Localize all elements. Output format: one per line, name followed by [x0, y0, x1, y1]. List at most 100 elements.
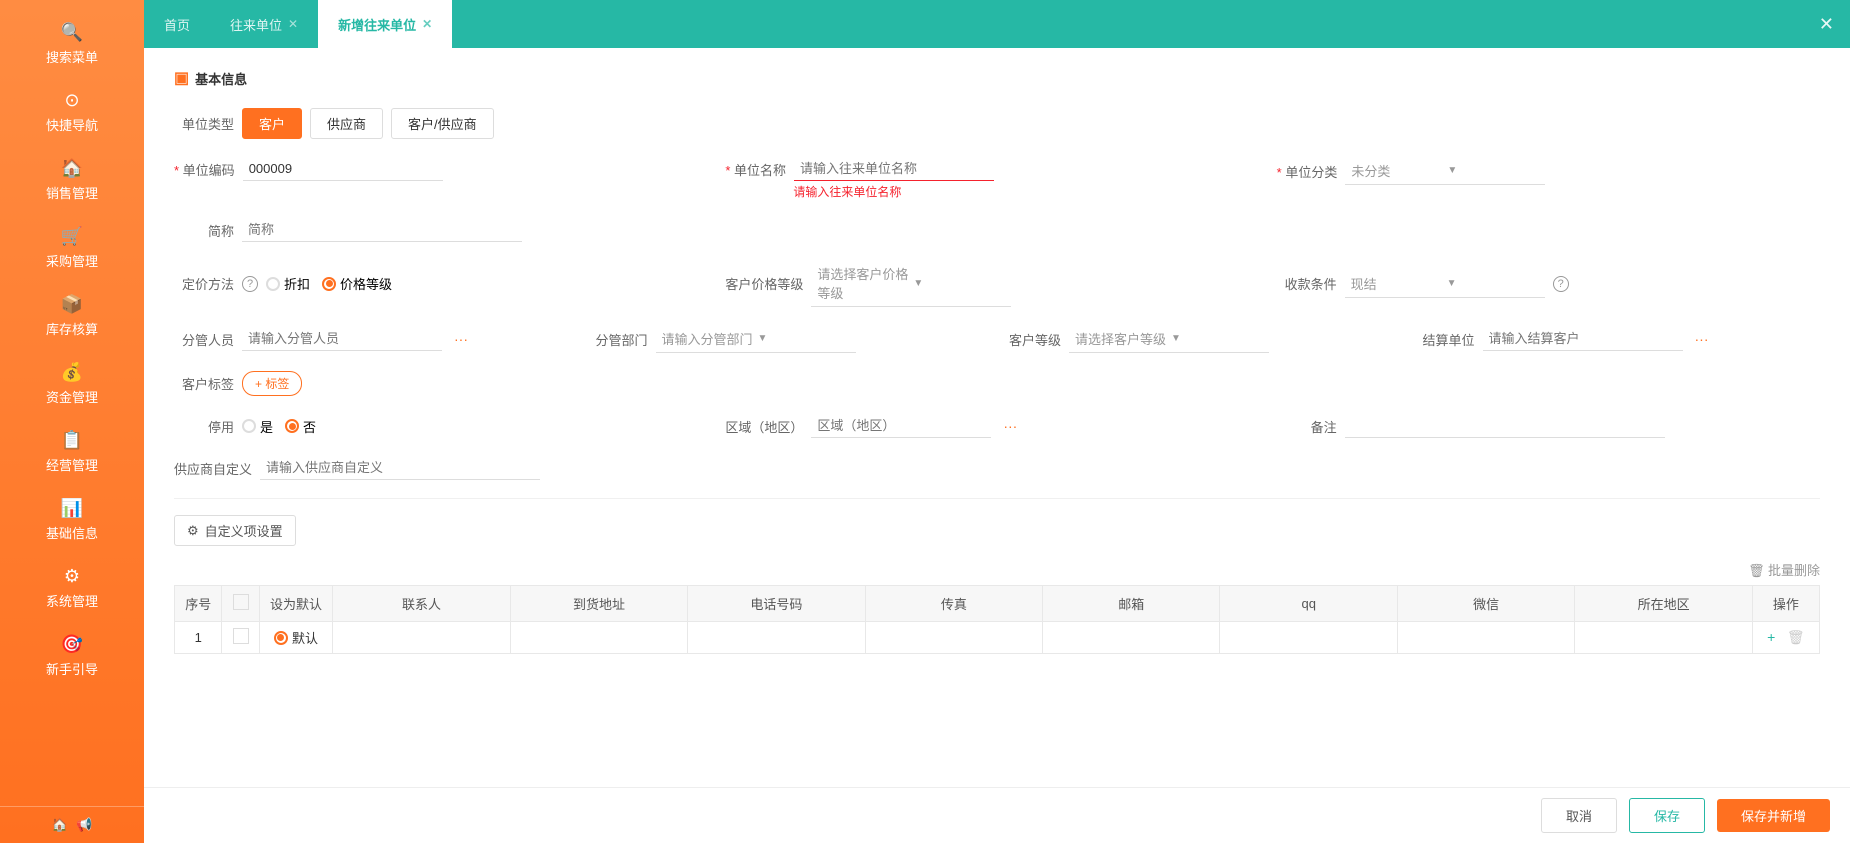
radio-no[interactable]: 否	[285, 417, 316, 436]
table-row: 1 默认	[175, 622, 1820, 654]
cancel-button[interactable]: 取消	[1541, 798, 1617, 833]
close-new-contact-tab[interactable]: ✕	[422, 17, 432, 31]
tab-new-contact[interactable]: 新增往来单位 ✕	[318, 0, 452, 48]
row-select-checkbox[interactable]	[233, 628, 249, 644]
unit-btn-both[interactable]: 客户/供应商	[391, 108, 494, 139]
area-more-btn[interactable]: ···	[999, 418, 1021, 434]
unit-type-buttons: 客户 供应商 客户/供应商	[242, 108, 494, 139]
custom-settings-button[interactable]: ⚙ 自定义项设置	[174, 515, 296, 546]
sidebar-item-basic[interactable]: 📊 基础信息	[0, 486, 144, 554]
main-close-button[interactable]: ✕	[1803, 14, 1850, 35]
radio-discount[interactable]: 折扣	[266, 274, 310, 293]
address-input[interactable]	[521, 631, 677, 645]
email-input[interactable]	[1053, 631, 1209, 645]
notify-icon[interactable]: 📢	[76, 817, 92, 833]
payment-help-icon[interactable]: ?	[1553, 276, 1569, 292]
row-default-radio[interactable]: 默认	[270, 628, 323, 647]
sidebar-item-finance[interactable]: 💰 资金管理	[0, 350, 144, 418]
radio-yes[interactable]: 是	[242, 417, 273, 436]
short-name-row: 简称	[174, 218, 1820, 242]
sidebar-item-inventory[interactable]: 📦 库存核算	[0, 282, 144, 350]
contact-input[interactable]	[343, 631, 499, 645]
row-region[interactable]	[1575, 622, 1752, 654]
sidebar-item-search[interactable]: 🔍 搜索菜单	[0, 10, 144, 78]
unit-name-label: 单位名称	[725, 160, 786, 179]
tab-contacts[interactable]: 往来单位 ✕	[210, 0, 318, 48]
row-phone[interactable]	[688, 622, 865, 654]
trash-icon: 🗑	[1748, 563, 1765, 578]
pricing-row: 定价方法 ? 折扣 价格等级 客户价格等级	[174, 260, 1820, 307]
chevron-down-icon3: ▼	[1447, 278, 1539, 289]
close-contacts-tab[interactable]: ✕	[288, 17, 298, 31]
qq-input[interactable]	[1230, 631, 1386, 645]
row-default: 默认	[259, 622, 333, 654]
unit-btn-customer[interactable]: 客户	[242, 108, 302, 139]
sidebar-item-operation[interactable]: 📋 经营管理	[0, 418, 144, 486]
short-name-label: 简称	[174, 221, 234, 240]
col-contact: 联系人	[333, 586, 510, 622]
table-body: 1 默认	[175, 622, 1820, 654]
dept-label: 分管部门	[588, 330, 648, 349]
row-qq[interactable]	[1220, 622, 1397, 654]
col-qq: qq	[1220, 586, 1397, 622]
unit-category-label: 单位分类	[1277, 162, 1338, 181]
settlement-more-btn[interactable]: ···	[1691, 331, 1713, 347]
unit-name-error: 请输入往来单位名称	[793, 185, 901, 199]
fax-input[interactable]	[876, 631, 1032, 645]
sidebar-item-sales[interactable]: 🏠 销售管理	[0, 146, 144, 214]
area-input[interactable]	[811, 414, 991, 438]
dept-dropdown[interactable]: 请输入分管部门 ▼	[656, 325, 856, 353]
unit-category-group: 单位分类 未分类 ▼	[1277, 157, 1820, 185]
wechat-input[interactable]	[1408, 631, 1564, 645]
row-address[interactable]	[510, 622, 687, 654]
region-input[interactable]	[1585, 631, 1741, 645]
col-phone: 电话号码	[688, 586, 865, 622]
tab-bar: 首页 往来单位 ✕ 新增往来单位 ✕ ✕	[144, 0, 1850, 48]
row-fax[interactable]	[865, 622, 1042, 654]
settlement-input[interactable]	[1483, 327, 1683, 351]
short-name-input[interactable]	[242, 218, 522, 242]
add-row-button[interactable]: +	[1767, 629, 1775, 645]
row-checkbox	[222, 622, 259, 654]
manager-more-btn[interactable]: ···	[450, 331, 472, 347]
add-tag-button[interactable]: + 标签	[242, 371, 302, 396]
chevron-down-icon2: ▼	[913, 278, 1005, 289]
unit-code-label: 单位编码	[174, 160, 235, 179]
sidebar-item-purchase[interactable]: 🛒 采购管理	[0, 214, 144, 282]
supplier-custom-input[interactable]	[260, 456, 540, 480]
customer-level-dropdown[interactable]: 请选择客户等级 ▼	[1069, 325, 1269, 353]
customer-price-dropdown[interactable]: 请选择客户价格等级 ▼	[811, 260, 1011, 307]
row-contact[interactable]	[333, 622, 510, 654]
delete-row-button[interactable]: 🗑	[1787, 629, 1805, 645]
manager-input[interactable]	[242, 327, 442, 351]
row-email[interactable]	[1043, 622, 1220, 654]
unit-type-group: 单位类型 客户 供应商 客户/供应商	[174, 108, 1820, 139]
bottom-bar: 取消 保存 保存并新增	[144, 787, 1850, 843]
pricing-help-icon[interactable]: ?	[242, 276, 258, 292]
sidebar-item-system[interactable]: ⚙ 系统管理	[0, 554, 144, 622]
tag-row: 客户标签 + 标签	[174, 371, 1820, 396]
sidebar-item-quicknav[interactable]: ⊙ 快捷导航	[0, 78, 144, 146]
row-wechat[interactable]	[1397, 622, 1574, 654]
tab-home[interactable]: 首页	[144, 0, 210, 48]
unit-name-group: 单位名称 请输入往来单位名称	[725, 157, 1268, 200]
sidebar-item-newguide[interactable]: 🎯 新手引导	[0, 622, 144, 690]
phone-input[interactable]	[698, 631, 854, 645]
unit-category-dropdown[interactable]: 未分类 ▼	[1345, 157, 1545, 185]
unit-name-input[interactable]	[794, 157, 994, 181]
batch-delete-button[interactable]: 🗑 批量删除	[174, 560, 1820, 579]
unit-btn-supplier[interactable]: 供应商	[310, 108, 383, 139]
select-all-checkbox[interactable]	[233, 594, 249, 610]
dept-group: 分管部门 请输入分管部门 ▼	[588, 325, 994, 353]
radio-no-dot	[289, 423, 296, 430]
supplier-custom-group: 供应商自定义	[174, 456, 1820, 480]
save-button[interactable]: 保存	[1629, 798, 1705, 833]
unit-code-input[interactable]	[243, 157, 443, 181]
radio-price-level[interactable]: 价格等级	[322, 274, 392, 293]
customer-level-label: 客户等级	[1001, 330, 1061, 349]
save-new-button[interactable]: 保存并新增	[1717, 799, 1830, 832]
payment-terms-dropdown[interactable]: 现结 ▼	[1345, 270, 1545, 298]
home-bottom-icon[interactable]: 🏠	[52, 817, 68, 833]
manager-row: 分管人员 ··· 分管部门 请输入分管部门 ▼ 客户等级 请选择客户等级 ▼ 结…	[174, 325, 1820, 353]
remark-input[interactable]	[1345, 414, 1665, 438]
